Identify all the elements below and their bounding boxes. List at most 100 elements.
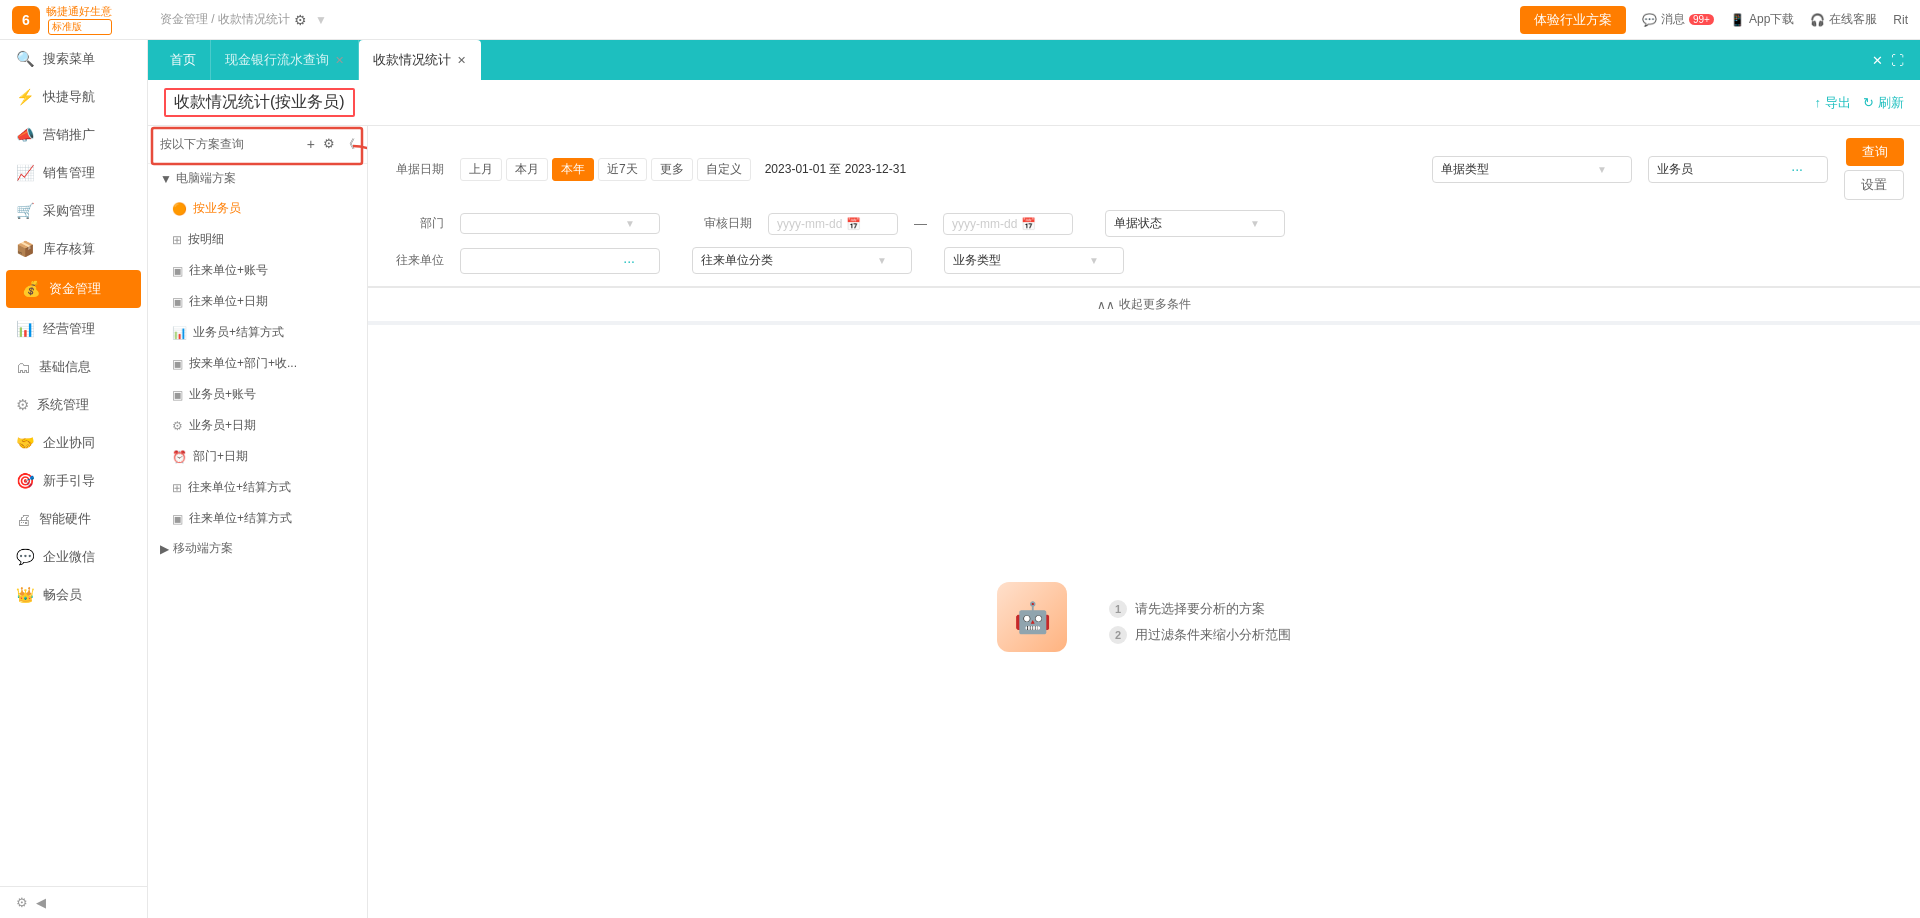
tab-maximize-icon[interactable]: ✕: [1872, 53, 1883, 68]
tab-bank-close[interactable]: ✕: [335, 54, 344, 67]
sidebar-item-member[interactable]: 👑 畅会员: [0, 576, 147, 614]
download-btn[interactable]: 📱 App下载: [1730, 11, 1794, 28]
date-custom[interactable]: 自定义: [697, 158, 751, 181]
scheme-item-dept-date[interactable]: ⏰ 部门+日期: [148, 441, 367, 472]
collapse-bar[interactable]: ∧∧ 收起更多条件: [368, 287, 1920, 321]
staff-select[interactable]: 业务员 ···: [1648, 156, 1828, 183]
page-title-bar: 收款情况统计(按业务员) ↑ 导出 ↻ 刷新: [148, 80, 1920, 126]
date-buttons: 上月 本月 本年 近7天 更多 自定义: [460, 158, 751, 181]
sidebar-item-corp[interactable]: 🤝 企业协同: [0, 424, 147, 462]
refresh-icon: ↻: [1863, 95, 1874, 110]
tab-expand-icon[interactable]: ⛶: [1891, 53, 1904, 68]
user-label[interactable]: Rit: [1893, 13, 1908, 27]
sidebar-settings-icon[interactable]: ⚙: [16, 895, 28, 910]
filter-row-date: 单据日期 上月 本月 本年 近7天 更多 自定义 20: [384, 138, 1904, 200]
refresh-btn[interactable]: ↻ 刷新: [1863, 94, 1904, 112]
sidebar-item-sales[interactable]: 📈 销售管理: [0, 154, 147, 192]
trial-btn[interactable]: 体验行业方案: [1520, 6, 1626, 34]
sidebar-item-wechat[interactable]: 💬 企业微信: [0, 538, 147, 576]
page-title: 收款情况统计(按业务员): [164, 88, 355, 117]
edition-badge: 标准版: [48, 19, 112, 35]
sidebar-item-operation[interactable]: 📊 经营管理: [0, 310, 147, 348]
review-date-start[interactable]: yyyy-mm-dd 📅: [768, 213, 898, 235]
scheme-item-staff-account[interactable]: ▣ 业务员+账号: [148, 379, 367, 410]
scheme-section-desktop[interactable]: ▼ 电脑端方案: [148, 164, 367, 193]
sales-icon: 📈: [16, 164, 35, 182]
dept-chevron: ▼: [625, 218, 635, 229]
scheme-item-by-detail[interactable]: ⊞ 按明细: [148, 224, 367, 255]
sidebar-collapse-icon[interactable]: ◀: [36, 895, 46, 910]
gear-icon[interactable]: ⚙: [294, 12, 307, 28]
scheme-item-by-staff[interactable]: 🟠 按业务员: [148, 193, 367, 224]
expand-arrow-icon: ▼: [160, 172, 172, 186]
dept-select[interactable]: ▼: [460, 213, 660, 234]
scheme-collapse-btn[interactable]: 《: [343, 136, 355, 153]
date-last7[interactable]: 近7天: [598, 158, 647, 181]
top-header: 6 畅捷通好生意 标准版 资金管理 / 收款情况统计 ⚙ ▼ 体验行业方案 💬 …: [0, 0, 1920, 40]
tab-home[interactable]: 首页: [156, 40, 211, 80]
calendar-start-icon: 📅: [846, 217, 861, 231]
empty-icon-area: 🤖: [997, 582, 1077, 662]
date-this-year[interactable]: 本年: [552, 158, 594, 181]
scheme-add-btn[interactable]: +: [307, 136, 315, 153]
header-nav: 资金管理 / 收款情况统计 ⚙ ▼: [160, 11, 1520, 28]
bill-status-select[interactable]: 单据状态 ▼: [1105, 210, 1285, 237]
counterpart-select[interactable]: ···: [460, 248, 660, 274]
query-btn[interactable]: 查询: [1846, 138, 1904, 166]
tab-receipt-close[interactable]: ✕: [457, 54, 466, 67]
dept-label: 部门: [384, 215, 444, 232]
export-icon: ↑: [1815, 95, 1822, 110]
date-more[interactable]: 更多: [651, 158, 693, 181]
service-btn[interactable]: 🎧 在线客服: [1810, 11, 1877, 28]
scheme-item-unit-date[interactable]: ▣ 往来单位+日期: [148, 286, 367, 317]
scheme-item-icon-un: ▣: [172, 357, 183, 371]
scheme-item-icon-ud: ▣: [172, 295, 183, 309]
scheme-item-staff-settle[interactable]: 📊 业务员+结算方式: [148, 317, 367, 348]
sidebar-item-search[interactable]: 🔍 搜索菜单: [0, 40, 147, 78]
sidebar-item-basic[interactable]: 🗂 基础信息: [0, 348, 147, 386]
sidebar-item-quicknav[interactable]: ⚡ 快捷导航: [0, 78, 147, 116]
date-prev-month[interactable]: 上月: [460, 158, 502, 181]
empty-robot-icon: 🤖: [997, 582, 1067, 652]
logo-text: 畅捷通好生意: [46, 4, 112, 19]
scheme-item-unit-settle2[interactable]: ▣ 往来单位+结算方式: [148, 503, 367, 534]
bill-type-select[interactable]: 单据类型 ▼: [1432, 156, 1632, 183]
review-date-end[interactable]: yyyy-mm-dd 📅: [943, 213, 1073, 235]
empty-state: 🤖 1 请先选择要分析的方案 2 用过滤条件来缩小分析范围: [368, 325, 1920, 918]
messages-btn[interactable]: 💬 消息 99+: [1642, 11, 1714, 28]
scheme-settings-btn[interactable]: ⚙: [323, 136, 335, 153]
review-date-label: 审核日期: [692, 215, 752, 232]
sidebar-item-stock[interactable]: 📦 库存核算: [0, 230, 147, 268]
sidebar-item-hardware[interactable]: 🖨 智能硬件: [0, 500, 147, 538]
date-label: 单据日期: [384, 161, 444, 178]
counterpart-more-dots[interactable]: ···: [623, 253, 635, 269]
tab-bank[interactable]: 现金银行流水查询 ✕: [211, 40, 359, 80]
stock-icon: 📦: [16, 240, 35, 258]
scheme-item-staff-date[interactable]: ⚙ 业务员+日期: [148, 410, 367, 441]
sidebar-item-system[interactable]: ⚙ 系统管理: [0, 386, 147, 424]
scheme-item-unit-dept[interactable]: ▣ 按来单位+部门+收...: [148, 348, 367, 379]
sidebar-item-purchase[interactable]: 🛒 采购管理: [0, 192, 147, 230]
export-btn[interactable]: ↑ 导出: [1815, 94, 1852, 112]
scheme-item-unit-settle1[interactable]: ⊞ 往来单位+结算方式: [148, 472, 367, 503]
staff-more-dots[interactable]: ···: [1791, 161, 1803, 177]
calendar-end-icon: 📅: [1021, 217, 1036, 231]
left-panel: 按以下方案查询 + ⚙ 《 ▼ 电脑端方案 🟠 按业: [148, 126, 368, 918]
collapse-icon: ∧∧: [1097, 298, 1115, 312]
counterpart-type-select[interactable]: 往来单位分类 ▼: [692, 247, 912, 274]
sidebar-bottom: ⚙ ◀: [0, 886, 147, 918]
filter-row-counterpart: 往来单位 ··· 往来单位分类 ▼ 业务类型 ▼: [384, 247, 1904, 274]
tab-receipt[interactable]: 收款情况统计 ✕: [359, 40, 481, 80]
biz-type-select[interactable]: 业务类型 ▼: [944, 247, 1124, 274]
scheme-item-icon-staff: 🟠: [172, 202, 187, 216]
main-content: 首页 现金银行流水查询 ✕ 收款情况统计 ✕ ✕ ⛶ 收款情况统计(按业务员): [148, 40, 1920, 918]
sidebar-item-guide[interactable]: 🎯 新手引导: [0, 462, 147, 500]
breadcrumb: 资金管理 / 收款情况统计 ⚙ ▼: [160, 11, 331, 28]
sidebar: 🔍 搜索菜单 ⚡ 快捷导航 📣 营销推广 📈 销售管理 🛒 采购管理 📦 库存核…: [0, 40, 148, 918]
scheme-section-mobile[interactable]: ▶ 移动端方案: [148, 534, 367, 563]
settings-btn[interactable]: 设置: [1844, 170, 1904, 200]
sidebar-item-finance[interactable]: 💰 资金管理: [6, 270, 141, 308]
scheme-item-unit-account[interactable]: ▣ 往来单位+账号: [148, 255, 367, 286]
date-this-month[interactable]: 本月: [506, 158, 548, 181]
sidebar-item-marketing[interactable]: 📣 营销推广: [0, 116, 147, 154]
